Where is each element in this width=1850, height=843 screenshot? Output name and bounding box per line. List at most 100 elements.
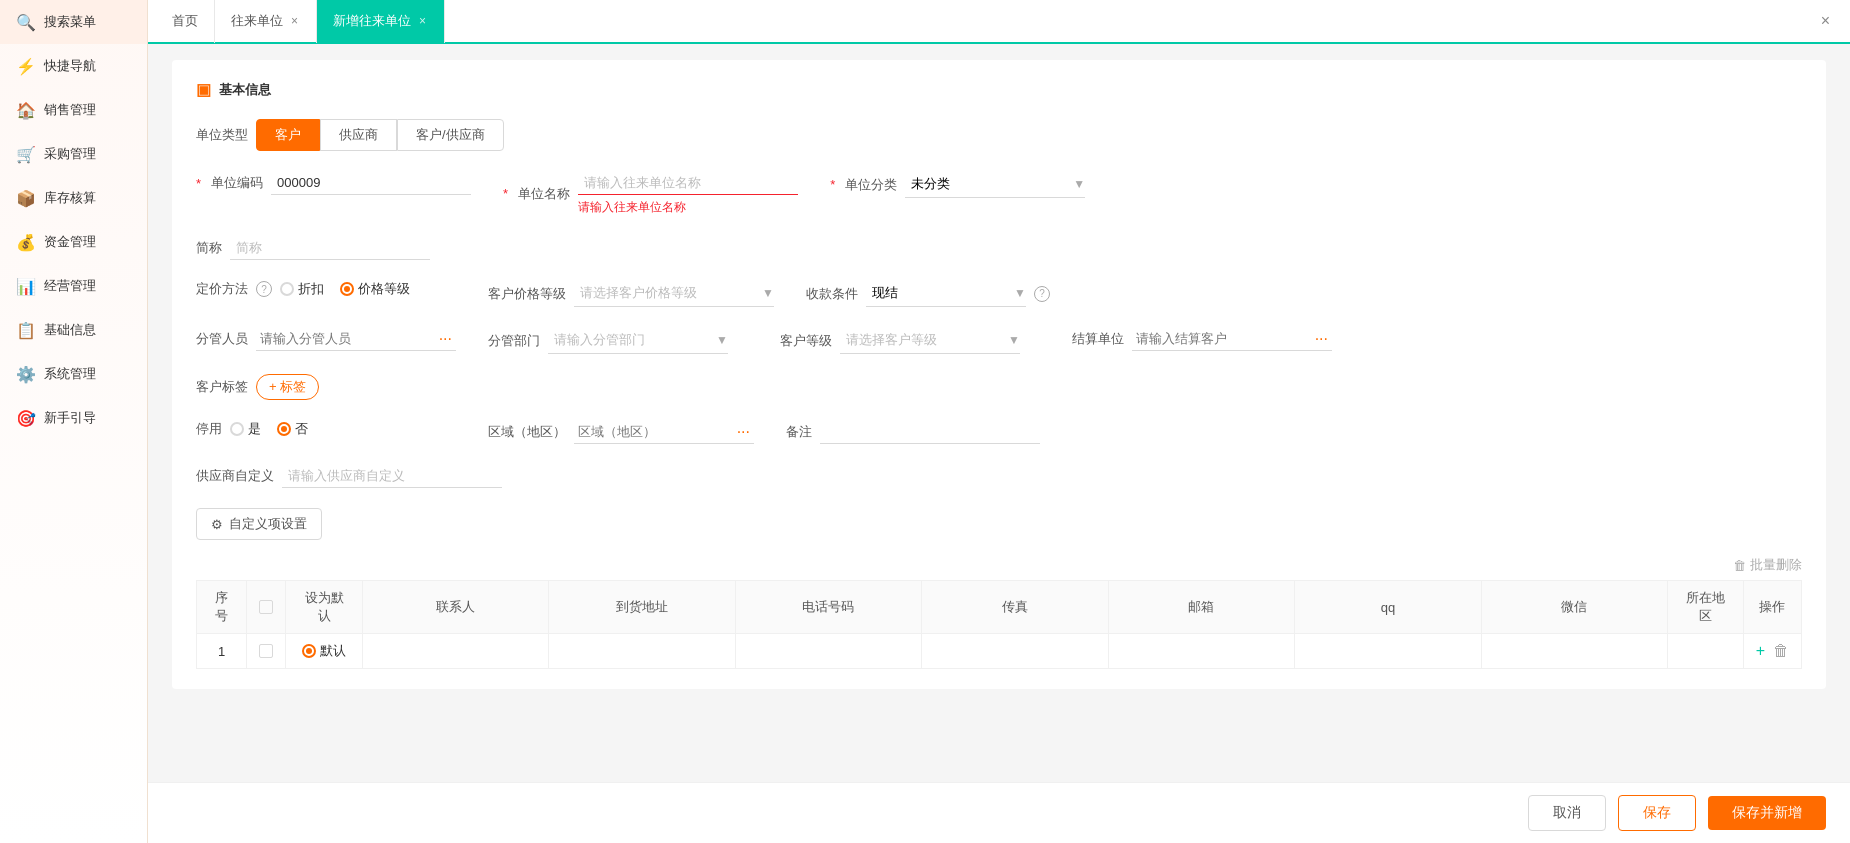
region-input[interactable] xyxy=(574,420,733,443)
cart-icon: 🛒 xyxy=(16,144,36,164)
customer-price-level-select[interactable]: 请选择客户价格等级 ▼ xyxy=(574,280,774,307)
col-check xyxy=(247,581,286,634)
region-label: 区域（地区） xyxy=(488,423,566,441)
sidebar-item-system[interactable]: ⚙️ 系统管理 xyxy=(0,352,147,396)
payment-help-icon[interactable]: ? xyxy=(1034,286,1050,302)
save-button[interactable]: 保存 xyxy=(1618,795,1696,831)
cell-address[interactable] xyxy=(549,634,736,669)
disabled-no[interactable]: 否 xyxy=(277,420,308,438)
sidebar-item-operations[interactable]: 📊 经营管理 xyxy=(0,264,147,308)
sidebar-item-basic-info[interactable]: 📋 基础信息 xyxy=(0,308,147,352)
region-dots-btn[interactable]: ··· xyxy=(733,423,754,441)
row-add-button[interactable]: + xyxy=(1756,642,1765,660)
pricing-level-radio[interactable] xyxy=(340,282,354,296)
alias-group: 简称 xyxy=(196,236,456,260)
batch-delete-label: 批量删除 xyxy=(1750,556,1802,574)
contact-input[interactable] xyxy=(375,644,537,659)
cell-contact[interactable] xyxy=(362,634,549,669)
customer-price-level-placeholder: 请选择客户价格等级 xyxy=(574,280,762,306)
tag-label: 客户标签 xyxy=(196,378,248,396)
beginner-icon: 🎯 xyxy=(16,408,36,428)
cell-seq: 1 xyxy=(197,634,247,669)
type-btn-both[interactable]: 客户/供应商 xyxy=(397,119,504,151)
select-all-checkbox[interactable] xyxy=(259,600,273,614)
unit-category-arrow: ▼ xyxy=(1073,177,1085,191)
row-delete-button[interactable]: 🗑 xyxy=(1773,642,1789,660)
manager-dots-btn[interactable]: ··· xyxy=(435,330,456,348)
disabled-radio-group: 是 否 xyxy=(230,420,308,438)
sidebar-item-inventory[interactable]: 📦 库存核算 xyxy=(0,176,147,220)
batch-delete-button[interactable]: 🗑 批量删除 xyxy=(1733,556,1802,574)
tab-home[interactable]: 首页 xyxy=(156,0,215,43)
cancel-button[interactable]: 取消 xyxy=(1528,795,1606,831)
cell-wechat[interactable] xyxy=(1481,634,1668,669)
email-input[interactable] xyxy=(1121,644,1283,659)
disabled-no-radio[interactable] xyxy=(277,422,291,436)
remark-input[interactable] xyxy=(820,420,1040,444)
fax-input[interactable] xyxy=(934,644,1096,659)
contact-table: 序号 设为默认 联系人 到货地址 电话号码 传真 邮箱 qq 微信 所在地区 操… xyxy=(196,580,1802,669)
cell-phone[interactable] xyxy=(735,634,922,669)
department-arrow: ▼ xyxy=(716,333,728,347)
sidebar-item-quick-nav[interactable]: ⚡ 快捷导航 xyxy=(0,44,147,88)
tab-partners-close[interactable]: × xyxy=(289,14,300,28)
unit-name-input[interactable] xyxy=(578,171,798,195)
sidebar-item-sales[interactable]: 🏠 销售管理 xyxy=(0,88,147,132)
pricing-discount-radio[interactable] xyxy=(280,282,294,296)
pricing-discount[interactable]: 折扣 xyxy=(280,280,324,298)
disabled-label: 停用 xyxy=(196,420,222,438)
section-icon: ▣ xyxy=(196,80,211,99)
manager-input[interactable] xyxy=(256,327,435,350)
settlement-unit-dots-btn[interactable]: ··· xyxy=(1311,330,1332,348)
qq-input[interactable] xyxy=(1307,644,1469,659)
tag-row: 客户标签 + 标签 xyxy=(196,374,1802,400)
address-input[interactable] xyxy=(561,644,723,659)
sidebar-item-purchase[interactable]: 🛒 采购管理 xyxy=(0,132,147,176)
customer-level-arrow: ▼ xyxy=(1008,333,1020,347)
tab-new-partner-label: 新增往来单位 xyxy=(333,12,411,30)
manager-input-wrapper: ··· xyxy=(256,327,456,351)
col-default: 设为默认 xyxy=(286,581,362,634)
customer-price-level-label: 客户价格等级 xyxy=(488,285,566,303)
disabled-group: 停用 是 否 xyxy=(196,420,456,438)
department-select[interactable]: 请输入分管部门 ▼ xyxy=(548,327,728,354)
payment-condition-select[interactable]: 现结 ▼ xyxy=(866,280,1026,307)
unit-code-input[interactable] xyxy=(271,171,471,195)
tab-partners[interactable]: 往来单位 × xyxy=(215,0,317,43)
cell-qq[interactable] xyxy=(1295,634,1482,669)
supplier-custom-input[interactable] xyxy=(282,464,502,488)
disabled-yes[interactable]: 是 xyxy=(230,420,261,438)
pricing-level[interactable]: 价格等级 xyxy=(340,280,410,298)
type-btn-supplier[interactable]: 供应商 xyxy=(320,119,397,151)
tab-new-partner[interactable]: 新增往来单位 × xyxy=(317,0,445,43)
close-all-tabs[interactable]: × xyxy=(1809,12,1842,30)
region-input-wrapper: ··· xyxy=(574,420,754,444)
pricing-radio-group: 折扣 价格等级 xyxy=(280,280,410,298)
settlement-unit-input[interactable] xyxy=(1132,327,1311,350)
cell-fax[interactable] xyxy=(922,634,1109,669)
type-btn-customer[interactable]: 客户 xyxy=(256,119,320,151)
alias-input[interactable] xyxy=(230,236,430,260)
pricing-help-icon[interactable]: ? xyxy=(256,281,272,297)
sidebar-item-finance[interactable]: 💰 资金管理 xyxy=(0,220,147,264)
alias-row: 简称 xyxy=(196,236,1802,260)
unit-name-required: * xyxy=(503,186,508,201)
custom-settings-button[interactable]: ⚙ 自定义项设置 xyxy=(196,508,322,540)
sidebar-item-search[interactable]: 🔍 搜索菜单 xyxy=(0,0,147,44)
unit-category-select[interactable]: 未分类 ▼ xyxy=(905,171,1085,198)
col-qq: qq xyxy=(1295,581,1482,634)
unit-name-label: 单位名称 xyxy=(518,185,570,203)
phone-input[interactable] xyxy=(748,644,910,659)
customer-level-select[interactable]: 请选择客户等级 ▼ xyxy=(840,327,1020,354)
wechat-input[interactable] xyxy=(1494,644,1656,659)
disabled-yes-radio[interactable] xyxy=(230,422,244,436)
default-radio[interactable] xyxy=(302,644,316,658)
manager-row: 分管人员 ··· 分管部门 请输入分管部门 ▼ 客户等级 xyxy=(196,327,1802,354)
cell-email[interactable] xyxy=(1108,634,1295,669)
tab-new-partner-close[interactable]: × xyxy=(417,14,428,28)
row-checkbox[interactable] xyxy=(259,644,273,658)
sidebar-item-label: 经营管理 xyxy=(44,277,96,295)
save-new-button[interactable]: 保存并新增 xyxy=(1708,796,1826,830)
sidebar-item-beginner[interactable]: 🎯 新手引导 xyxy=(0,396,147,440)
add-tag-button[interactable]: + 标签 xyxy=(256,374,319,400)
